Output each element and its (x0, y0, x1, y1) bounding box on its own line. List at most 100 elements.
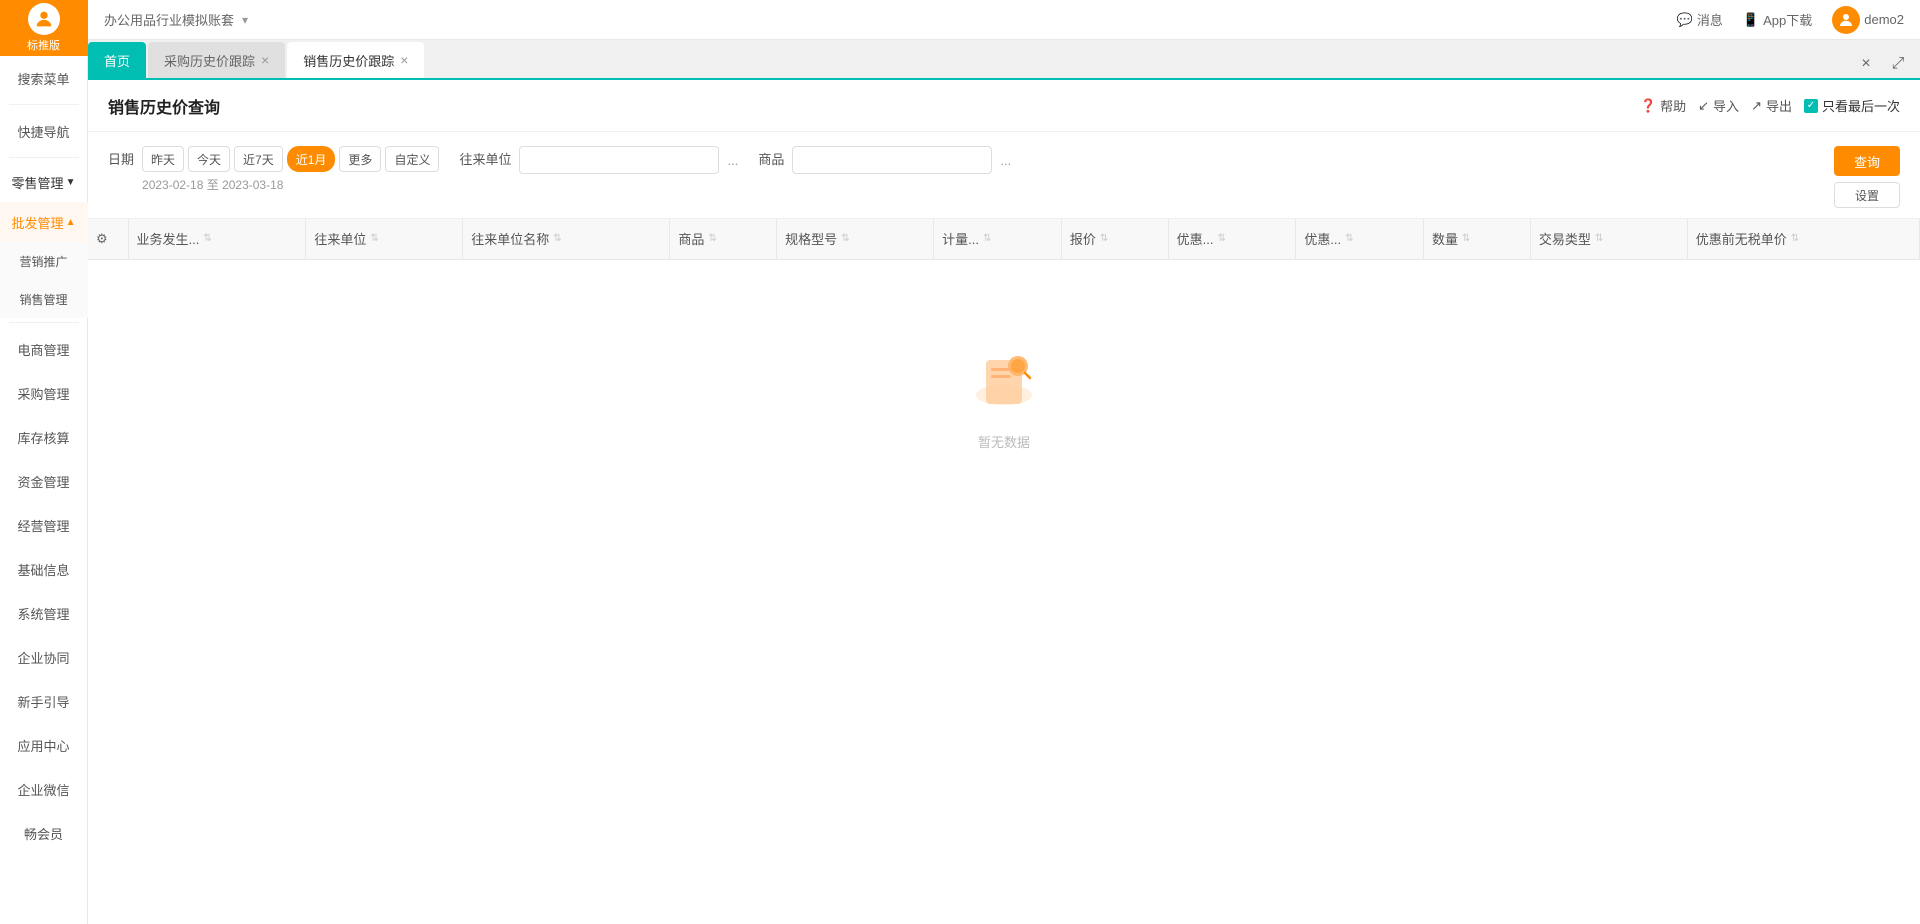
sidebar-item-label: 库存核算 (17, 428, 69, 447)
th-settings: ⚙ (88, 219, 128, 259)
goods-input[interactable] (792, 146, 992, 174)
sidebar-item-basic-info[interactable]: 基础信息 (0, 547, 88, 591)
goods-input-group: ... (792, 146, 1011, 174)
th-discount1[interactable]: 优惠... ⇅ (1168, 219, 1296, 259)
settings-gear-icon[interactable]: ⚙ (96, 231, 108, 246)
th-goods[interactable]: 商品 ⇅ (670, 219, 777, 259)
message-button[interactable]: 💬 消息 (1677, 10, 1723, 29)
date-last7-btn[interactable]: 近7天 (234, 146, 283, 172)
tab-close-all-button[interactable]: × (1852, 50, 1880, 78)
date-custom-btn[interactable]: 自定义 (385, 146, 439, 172)
goods-filter-label: 商品 (758, 146, 784, 174)
th-partner-code-label: 往来单位 (314, 229, 366, 248)
date-yesterday-btn[interactable]: 昨天 (142, 146, 184, 172)
app-download-button[interactable]: 📱 App下载 (1743, 10, 1812, 29)
sort-icon: ⇅ (1345, 233, 1353, 244)
header-dropdown-icon[interactable]: ▾ (242, 13, 248, 27)
header-right: 💬 消息 📱 App下载 demo2 (1677, 6, 1904, 34)
partner-input[interactable] (519, 146, 719, 174)
tab-purchase-history-close[interactable]: × (261, 53, 269, 67)
sidebar-item-label: 基础信息 (17, 560, 69, 579)
tab-home[interactable]: 首页 (88, 42, 146, 78)
query-button[interactable]: 查询 (1834, 146, 1900, 176)
sidebar-item-sys-mgmt[interactable]: 系统管理 (0, 591, 88, 635)
header-left: 办公用品行业模拟账套 ▾ (104, 10, 248, 29)
date-more-btn[interactable]: 更多 (339, 146, 381, 172)
date-buttons: 昨天 今天 近7天 近1月 更多 自定义 (142, 146, 439, 172)
sidebar-item-wholesale-mgmt[interactable]: 批发管理 ▲ (0, 202, 88, 242)
sidebar-item-label: 批发管理 (12, 213, 64, 232)
sidebar-item-marketing[interactable]: 营销推广 (0, 242, 88, 280)
sidebar-item-enterprise-wechat[interactable]: 企业微信 (0, 767, 88, 811)
tab-maximize-button[interactable]: ⤢ (1884, 50, 1912, 78)
tab-home-label: 首页 (104, 51, 130, 70)
header-title: 办公用品行业模拟账套 (104, 10, 234, 29)
sidebar-item-label: 资金管理 (17, 472, 69, 491)
only-last-checkbox-label[interactable]: 只看最后一次 (1804, 96, 1900, 115)
tab-purchase-history[interactable]: 采购历史价跟踪 × (148, 42, 285, 78)
tab-sales-history[interactable]: 销售历史价跟踪 × (287, 42, 424, 78)
only-last-label: 只看最后一次 (1822, 96, 1900, 115)
top-header: 办公用品行业模拟账套 ▾ 💬 消息 📱 App下载 demo2 (88, 0, 1920, 40)
user-profile[interactable]: demo2 (1832, 6, 1904, 34)
download-icon: 📱 (1743, 12, 1759, 28)
sidebar-divider (9, 157, 79, 158)
sidebar-item-ops-mgmt[interactable]: 经营管理 (0, 503, 88, 547)
sidebar-item-inventory[interactable]: 库存核算 (0, 415, 88, 459)
th-trade-type[interactable]: 交易类型 ⇅ (1530, 219, 1687, 259)
th-pretax-price[interactable]: 优惠前无税单价 ⇅ (1687, 219, 1919, 259)
import-button[interactable]: ↙ 导入 (1698, 96, 1739, 115)
sidebar-item-sales-mgmt[interactable]: 销售管理 (0, 280, 88, 318)
settings-button[interactable]: 设置 (1834, 182, 1900, 208)
sort-icon: ⇅ (203, 233, 211, 244)
partner-dots[interactable]: ... (727, 153, 738, 168)
sidebar-item-purchase-mgmt[interactable]: 采购管理 (0, 371, 88, 415)
goods-dots[interactable]: ... (1000, 153, 1011, 168)
th-unit[interactable]: 计量... ⇅ (934, 219, 1062, 259)
table-container[interactable]: ⚙ 业务发生... ⇅ 往来单位 ⇅ (88, 219, 1920, 924)
sidebar-item-membership[interactable]: 畅会员 (0, 811, 88, 855)
only-last-checkbox[interactable] (1804, 99, 1818, 113)
sidebar-item-ecom-mgmt[interactable]: 电商管理 (0, 327, 88, 371)
th-goods-label: 商品 (678, 229, 704, 248)
sort-icon: ⇅ (841, 233, 849, 244)
date-last1month-btn[interactable]: 近1月 (287, 146, 336, 172)
tab-sales-history-close[interactable]: × (400, 53, 408, 67)
table-head: ⚙ 业务发生... ⇅ 往来单位 ⇅ (88, 219, 1920, 259)
sidebar-sub-item-label: 营销推广 (19, 253, 67, 270)
sidebar-item-finance-mgmt[interactable]: 资金管理 (0, 459, 88, 503)
th-quantity-label: 数量 (1432, 229, 1458, 248)
tab-purchase-history-label: 采购历史价跟踪 (164, 51, 255, 70)
sidebar-item-app-center[interactable]: 应用中心 (0, 723, 88, 767)
empty-icon (964, 340, 1044, 420)
partner-input-group: ... (519, 146, 738, 174)
sidebar-item-retail-mgmt[interactable]: 零售管理 ▼ (0, 162, 88, 202)
th-biz-date[interactable]: 业务发生... ⇅ (128, 219, 306, 259)
sort-icon: ⇅ (553, 233, 561, 244)
sidebar-item-label: 快捷导航 (17, 122, 69, 141)
export-icon: ↗ (1751, 98, 1762, 114)
page-title-bar: 销售历史价查询 ❓ 帮助 ↙ 导入 ↗ 导出 只看最后一次 (88, 80, 1920, 132)
th-quantity[interactable]: 数量 ⇅ (1424, 219, 1531, 259)
help-button[interactable]: ❓ 帮助 (1640, 96, 1686, 115)
date-today-btn[interactable]: 今天 (188, 146, 230, 172)
th-spec[interactable]: 规格型号 ⇅ (777, 219, 934, 259)
sidebar-item-new-guide[interactable]: 新手引导 (0, 679, 88, 723)
sidebar-item-enterprise[interactable]: 企业协同 (0, 635, 88, 679)
th-discount2[interactable]: 优惠... ⇅ (1296, 219, 1424, 259)
chevron-down-icon: ▼ (66, 177, 76, 188)
sort-icon: ⇅ (1217, 233, 1225, 244)
sidebar-item-label: 系统管理 (17, 604, 69, 623)
sidebar-item-label: 零售管理 (12, 173, 64, 192)
export-button[interactable]: ↗ 导出 (1751, 96, 1792, 115)
wholesale-sub-items: 营销推广 销售管理 (0, 242, 88, 318)
th-quote-price[interactable]: 报价 ⇅ (1061, 219, 1168, 259)
sort-icon: ⇅ (1100, 233, 1108, 244)
logo-icon (28, 3, 60, 35)
sidebar-item-search-menu[interactable]: 搜索菜单 (0, 56, 88, 100)
sidebar-item-quick-nav[interactable]: 快捷导航 (0, 109, 88, 153)
message-label: 消息 (1697, 10, 1723, 29)
th-partner-name[interactable]: 往来单位名称 ⇅ (463, 219, 670, 259)
th-partner-code[interactable]: 往来单位 ⇅ (306, 219, 463, 259)
sidebar-item-label: 畅会员 (24, 824, 63, 843)
